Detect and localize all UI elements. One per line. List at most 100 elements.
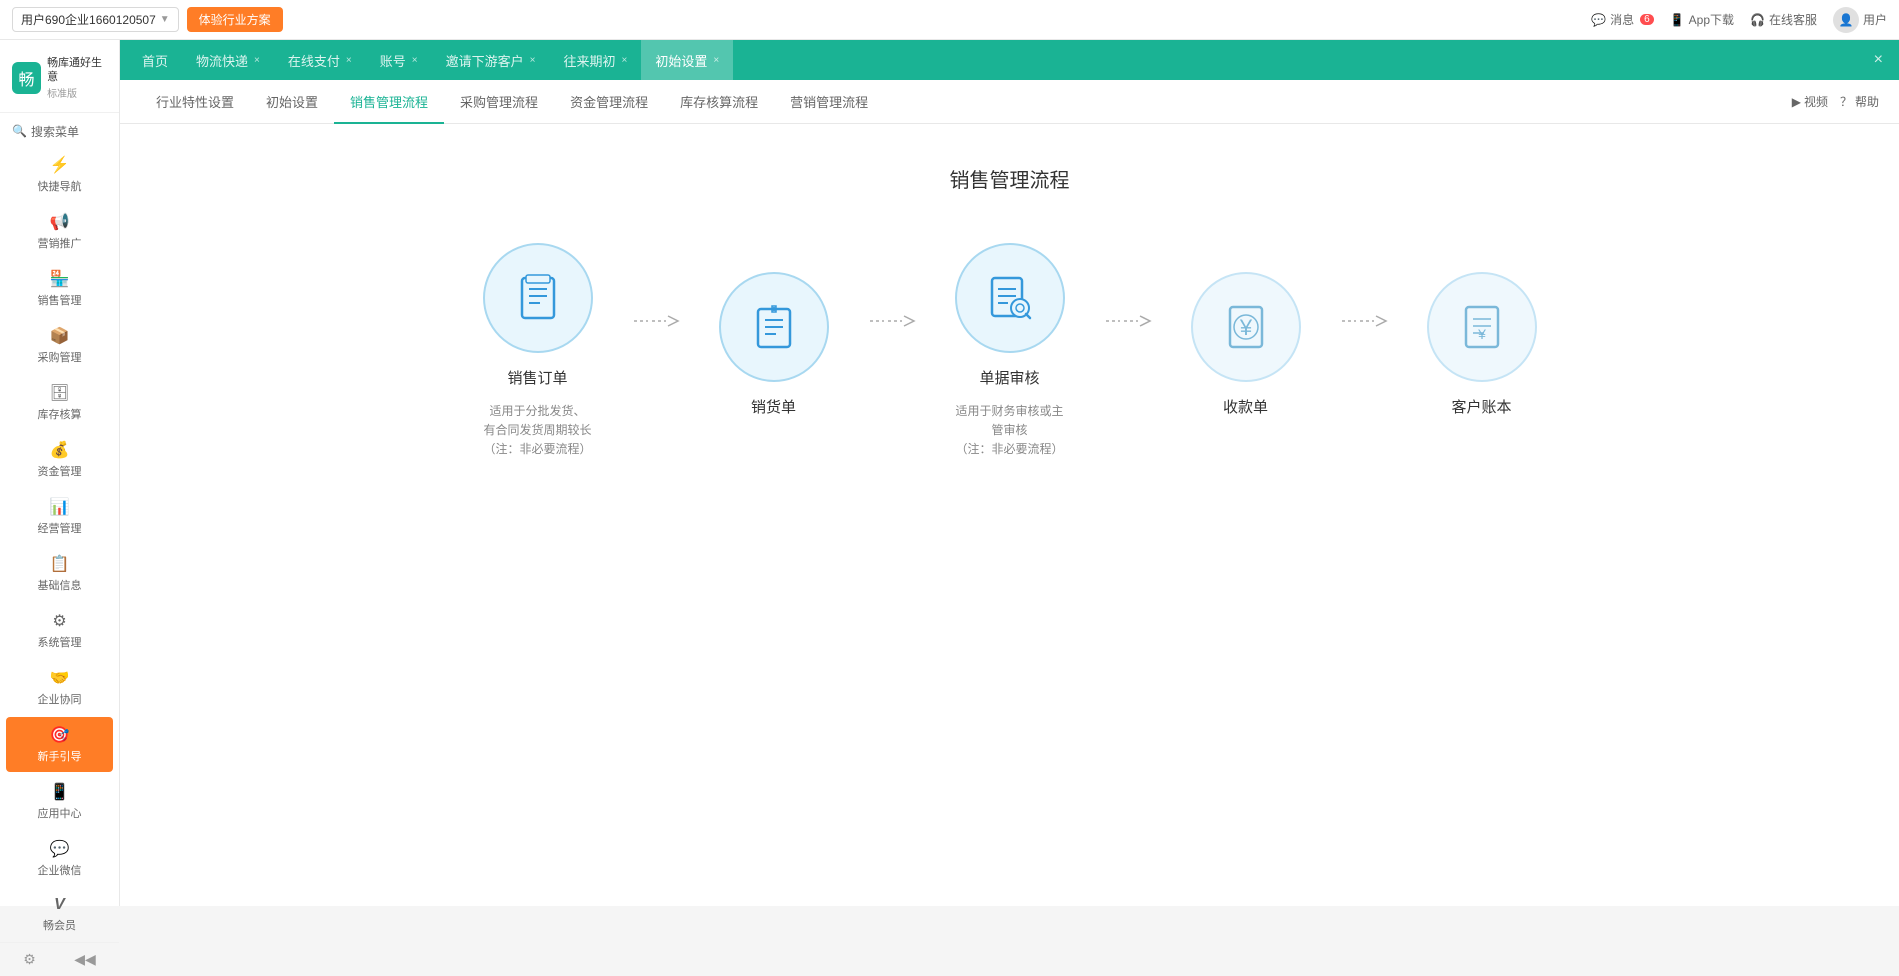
sidebar-item-base-info[interactable]: 📋 基础信息 [6,546,113,601]
nav-tab-invite[interactable]: 邀请下游客户 × [432,40,550,80]
sidebar-item-finance[interactable]: 💰 资金管理 [6,432,113,487]
nav-tab-label: 物流快递 [196,51,248,70]
step-name-doc-review: 单据审核 [979,367,1039,388]
logo-sub-text: 标准版 [47,85,107,100]
close-icon[interactable]: × [621,55,627,66]
service-label: 在线客服 [1769,11,1817,28]
flow-step-receipt: ¥ 收款单 [1156,272,1336,431]
nav-tabs-bar: 首页 物流快递 × 在线支付 × 账号 × 邀请下游客户 × 往来期初 × [120,40,1899,80]
flow-circle-sales-delivery [719,272,829,382]
sidebar-item-sys-mgmt[interactable]: ⚙ 系统管理 [6,603,113,658]
sidebar-item-quick-nav[interactable]: ⚡ 快捷导航 [6,147,113,202]
sub-tab-sales-flow[interactable]: 销售管理流程 [334,80,444,124]
collapse-icon[interactable]: ◀◀ [74,951,96,968]
close-icon[interactable]: × [530,55,536,66]
enterprise-coop-icon: 🤝 [50,668,70,688]
purchase-icon: 📦 [50,326,70,346]
sidebar-item-label: 基础信息 [38,577,82,593]
close-icon[interactable]: × [254,55,260,66]
sub-tab-label: 行业特性设置 [156,92,234,111]
close-icon[interactable]: × [346,55,352,66]
sidebar-item-enterprise-wechat[interactable]: 💬 企业微信 [6,831,113,886]
help-icon: ？ [1840,93,1852,110]
app-icon: 📱 [1670,13,1685,27]
app-label: App下载 [1689,11,1734,28]
sub-tab-label: 初始设置 [266,92,318,111]
nav-tab-label: 邀请下游客户 [446,51,524,70]
flow-step-customer-ledger: ¥ 客户账本 [1392,272,1572,431]
svg-text:¥: ¥ [1477,326,1486,342]
sub-tab-industry[interactable]: 行业特性设置 [140,80,250,124]
sub-tab-label: 资金管理流程 [570,92,648,111]
sub-tab-marketing-flow[interactable]: 营销管理流程 [774,80,884,124]
logo-icon: 畅 [12,62,41,94]
sub-tab-inventory-flow[interactable]: 库存核算流程 [664,80,774,124]
quick-nav-icon: ⚡ [50,155,70,175]
sys-mgmt-icon: ⚙ [52,611,66,631]
flow-arrow-2 [868,311,916,391]
new-guide-icon: 🎯 [50,725,70,745]
nav-tab-label: 在线支付 [288,51,340,70]
sidebar-item-inventory[interactable]: 🗄 库存核算 [6,375,113,430]
nav-tab-logistics[interactable]: 物流快递 × [182,40,274,80]
user-avatar-item[interactable]: 👤 用户 [1833,7,1887,33]
step-desc-sales-order: 适用于分批发货、有合同发货周期较长（注：非必要流程） [483,402,591,460]
trial-btn[interactable]: 体验行业方案 [187,7,283,32]
arrow-icon [1340,311,1388,331]
top-bar: 用户690企业1660120507 ▼ 体验行业方案 💬 消息 6 📱 App下… [0,0,1899,40]
step-name-sales-order: 销售订单 [507,367,567,388]
flow-circle-receipt: ¥ [1191,272,1301,382]
sub-tab-purchase-flow[interactable]: 采购管理流程 [444,80,554,124]
nav-tab-initial-setup[interactable]: 初始设置 × [641,40,733,80]
message-badge: 6 [1640,14,1654,25]
video-label: 视频 [1804,93,1828,110]
message-item[interactable]: 💬 消息 6 [1591,11,1654,28]
flow-step-sales-delivery: 销货单 [684,272,864,431]
help-link[interactable]: ？ 帮助 [1840,93,1879,110]
online-service-item[interactable]: 🎧 在线客服 [1750,11,1817,28]
enterprise-wechat-icon: 💬 [50,839,70,859]
sidebar-item-sales[interactable]: 🏪 销售管理 [6,261,113,316]
flow-arrow-1 [632,311,680,391]
flow-step-sales-order: 销售订单 适用于分批发货、有合同发货周期较长（注：非必要流程） [448,243,628,460]
sidebar-item-label: 经营管理 [38,520,82,536]
app-center-icon: 📱 [50,782,70,802]
search-label: 搜索菜单 [31,123,79,140]
headset-icon: 🎧 [1750,13,1765,27]
close-icon[interactable]: × [412,55,418,66]
sidebar-item-chang-member[interactable]: V 畅会员 [6,888,113,941]
sidebar-item-enterprise-coop[interactable]: 🤝 企业协同 [6,660,113,715]
sidebar-item-app-center[interactable]: 📱 应用中心 [6,774,113,829]
sidebar-item-marketing[interactable]: 📢 营销推广 [6,204,113,259]
settings-icon[interactable]: ⚙ [23,951,36,968]
sidebar-item-label: 企业微信 [38,862,82,878]
operations-icon: 📊 [50,497,70,517]
search-icon: 🔍 [12,124,27,138]
nav-tab-home[interactable]: 首页 [128,40,182,80]
sidebar-item-operations[interactable]: 📊 经营管理 [6,489,113,544]
message-label: 消息 [1610,11,1634,28]
sales-icon: 🏪 [50,269,70,289]
sidebar-item-purchase[interactable]: 📦 采购管理 [6,318,113,373]
nav-tab-period-init[interactable]: 往来期初 × [549,40,641,80]
video-link[interactable]: ▶ 视频 [1792,93,1828,110]
nav-tab-payment[interactable]: 在线支付 × [274,40,366,80]
sidebar-logo: 畅 畅库通好生意 标准版 [0,48,119,113]
flow-step-doc-review: 单据审核 适用于财务审核或主管审核（注：非必要流程） [920,243,1100,460]
close-icon[interactable]: × [713,55,719,66]
sub-tabs-bar: 行业特性设置 初始设置 销售管理流程 采购管理流程 资金管理流程 库存核算流程 … [120,80,1899,124]
nav-tab-account[interactable]: 账号 × [366,40,432,80]
sidebar-item-label: 采购管理 [38,349,82,365]
sidebar-item-new-guide[interactable]: 🎯 新手引导 [6,717,113,772]
sidebar-search[interactable]: 🔍 搜索菜单 [0,117,119,146]
user-selector[interactable]: 用户690企业1660120507 ▼ [12,7,179,32]
app-download-item[interactable]: 📱 App下载 [1670,11,1734,28]
flow-circle-doc-review [955,243,1065,353]
order-icon [512,272,564,324]
close-all-tabs-btn[interactable]: × [1866,51,1891,69]
flow-diagram: 销售订单 适用于分批发货、有合同发货周期较长（注：非必要流程） [160,243,1859,460]
sub-tab-initial[interactable]: 初始设置 [250,80,334,124]
user-name-label: 用户 [1863,11,1887,28]
sub-tab-finance-flow[interactable]: 资金管理流程 [554,80,664,124]
step-name-sales-delivery: 销货单 [751,396,796,417]
